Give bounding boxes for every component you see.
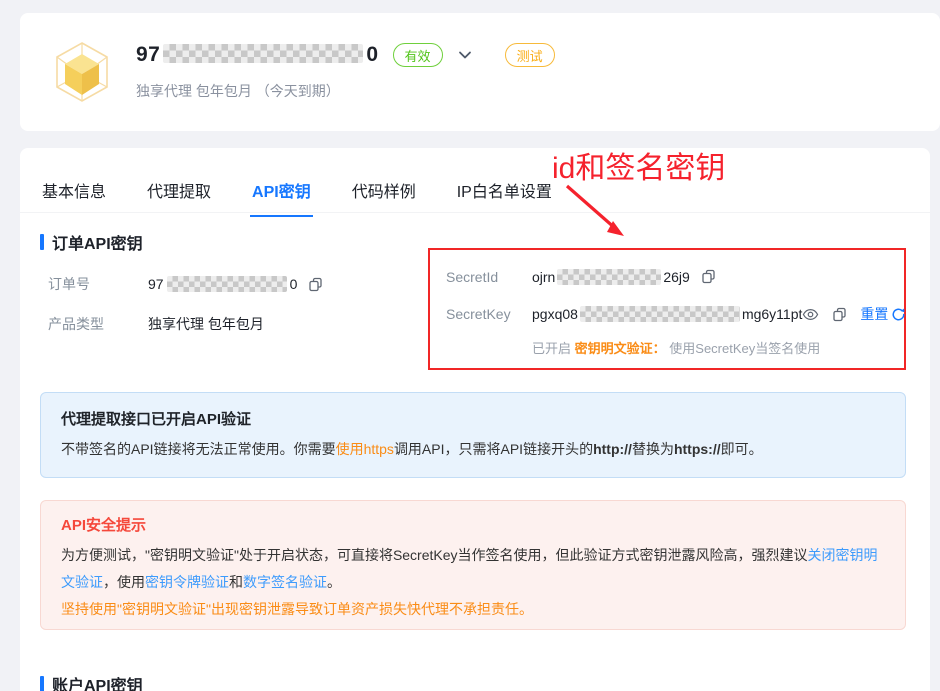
annotation-id-and-signing-key: id和签名密钥 <box>552 143 725 187</box>
secret-id-label: SecretId <box>446 269 532 285</box>
warning-body-segment: 为方便测试，"密钥明文验证"处于开启状态，可直接将SecretKey当作签名使用… <box>61 547 808 563</box>
note-highlight: 密钥明文验证： <box>575 341 666 356</box>
account-api-key-section-title: 账户API密钥 <box>40 672 143 691</box>
warning-box-title: API安全提示 <box>61 514 885 535</box>
secret-id-suffix: 26j9 <box>663 269 689 285</box>
order-api-key-page: 97 0 有效 测试 独享代理 包年包月 （今天到期） 基本信息 代理提取 API… <box>0 0 940 691</box>
order-no-suffix: 0 <box>290 276 298 292</box>
info-body-segment: 替换为 <box>632 441 674 457</box>
tab-ip-whitelist[interactable]: IP白名单设置 <box>455 170 554 217</box>
secret-id-value: ojrn 26j9 <box>532 269 690 285</box>
order-no-prefix: 97 <box>148 276 164 292</box>
warning-body-segment: ，使用 <box>103 574 145 590</box>
warning-disclaimer-line: 坚持使用"密钥明文验证"出现密钥泄露导致订单资产损失快代理不承担责任。 <box>61 596 885 623</box>
copy-secret-id-icon[interactable] <box>700 268 717 285</box>
redacted-secret-key <box>580 306 740 322</box>
info-box-body: 不带签名的API链接将无法正常使用。你需要使用https调用API，只需将API… <box>61 439 885 459</box>
order-number-row: 订单号 97 0 <box>48 274 324 294</box>
tab-bar: 基本信息 代理提取 API密钥 代码样例 IP白名单设置 <box>40 170 554 217</box>
section-accent-bar <box>40 676 44 691</box>
secret-id-prefix: ojrn <box>532 269 555 285</box>
warning-body-segment: 。 <box>327 574 341 590</box>
info-box-title: 代理提取接口已开启API验证 <box>61 408 885 429</box>
digital-signature-verification-link[interactable]: 数字签名验证 <box>243 574 327 590</box>
api-security-warning-box: API安全提示 为方便测试，"密钥明文验证"处于开启状态，可直接将SecretK… <box>40 500 906 630</box>
tab-basic-info[interactable]: 基本信息 <box>40 170 108 217</box>
redacted-order-number <box>167 276 287 292</box>
order-id-suffix: 0 <box>366 43 378 66</box>
redacted-secret-id <box>557 269 661 285</box>
key-token-verification-link[interactable]: 密钥令牌验证 <box>145 574 229 590</box>
product-type-value: 独享代理 包年包月 <box>148 314 264 334</box>
reset-label: 重置 <box>860 304 888 324</box>
info-body-segment: 不带签名的API链接将无法正常使用。你需要 <box>61 441 336 457</box>
note-prefix: 已开启 <box>532 341 571 356</box>
tab-api-key[interactable]: API密钥 <box>250 170 313 217</box>
reset-secret-key-button[interactable]: 重置 <box>860 304 906 324</box>
order-number-label: 订单号 <box>48 274 148 294</box>
section-accent-bar <box>40 234 44 250</box>
tab-proxy-extract[interactable]: 代理提取 <box>145 170 213 217</box>
copy-secret-key-icon[interactable] <box>831 306 848 323</box>
order-header-card: 97 0 有效 测试 独享代理 包年包月 （今天到期） <box>20 13 940 131</box>
secret-id-row: SecretId ojrn 26j9 <box>446 268 896 285</box>
show-secret-key-eye-icon[interactable] <box>802 306 819 323</box>
product-type-row: 产品类型 独享代理 包年包月 <box>48 314 264 334</box>
secret-highlight-box: SecretId ojrn 26j9 SecretKey pgxq08 mg6y11… <box>428 248 906 370</box>
use-https-link[interactable]: 使用https <box>336 441 394 457</box>
note-suffix: 使用SecretKey当签名使用 <box>669 341 820 356</box>
warning-box-body: 为方便测试，"密钥明文验证"处于开启状态，可直接将SecretKey当作签名使用… <box>61 542 885 623</box>
section-title-text: 账户API密钥 <box>52 672 143 691</box>
info-body-segment: 调用API，只需将API链接开头的 <box>394 441 593 457</box>
product-cube-icon <box>54 41 110 103</box>
order-id-title: 97 0 <box>136 43 379 67</box>
order-id-prefix: 97 <box>136 43 160 66</box>
warning-body-segment: 和 <box>229 574 243 590</box>
product-type-label: 产品类型 <box>48 314 148 334</box>
refresh-icon <box>891 307 906 322</box>
section-title-text: 订单API密钥 <box>52 230 143 254</box>
order-number-value: 97 0 <box>148 276 297 292</box>
redacted-order-id <box>163 44 363 63</box>
plaintext-verification-note: 已开启 密钥明文验证： 使用SecretKey当签名使用 <box>532 338 820 357</box>
chevron-down-icon[interactable] <box>457 47 473 63</box>
env-badge: 测试 <box>505 43 555 67</box>
https-protocol-text: https:// <box>674 441 721 457</box>
secret-key-label: SecretKey <box>446 306 532 322</box>
secret-key-prefix: pgxq08 <box>532 306 578 322</box>
copy-order-number-icon[interactable] <box>307 276 324 293</box>
info-body-segment: 即可。 <box>721 441 763 457</box>
status-badge: 有效 <box>393 43 443 67</box>
secret-key-value: pgxq08 mg6y11pt <box>532 306 802 322</box>
secret-key-actions: 重置 <box>802 304 906 324</box>
secret-key-suffix: mg6y11pt <box>742 306 802 322</box>
secret-key-row: SecretKey pgxq08 mg6y11pt 重置 <box>446 304 896 324</box>
order-header-main: 97 0 有效 测试 独享代理 包年包月 （今天到期） <box>136 43 555 101</box>
order-subtitle: 独享代理 包年包月 （今天到期） <box>136 81 555 101</box>
tab-code-samples[interactable]: 代码样例 <box>350 170 418 217</box>
api-key-panel: 基本信息 代理提取 API密钥 代码样例 IP白名单设置 订单API密钥 订单号… <box>20 148 930 691</box>
api-verification-info-box: 代理提取接口已开启API验证 不带签名的API链接将无法正常使用。你需要使用ht… <box>40 392 906 478</box>
order-api-key-section-title: 订单API密钥 <box>40 230 143 254</box>
http-protocol-text: http:// <box>593 441 632 457</box>
annotation-arrow-icon <box>550 182 642 248</box>
